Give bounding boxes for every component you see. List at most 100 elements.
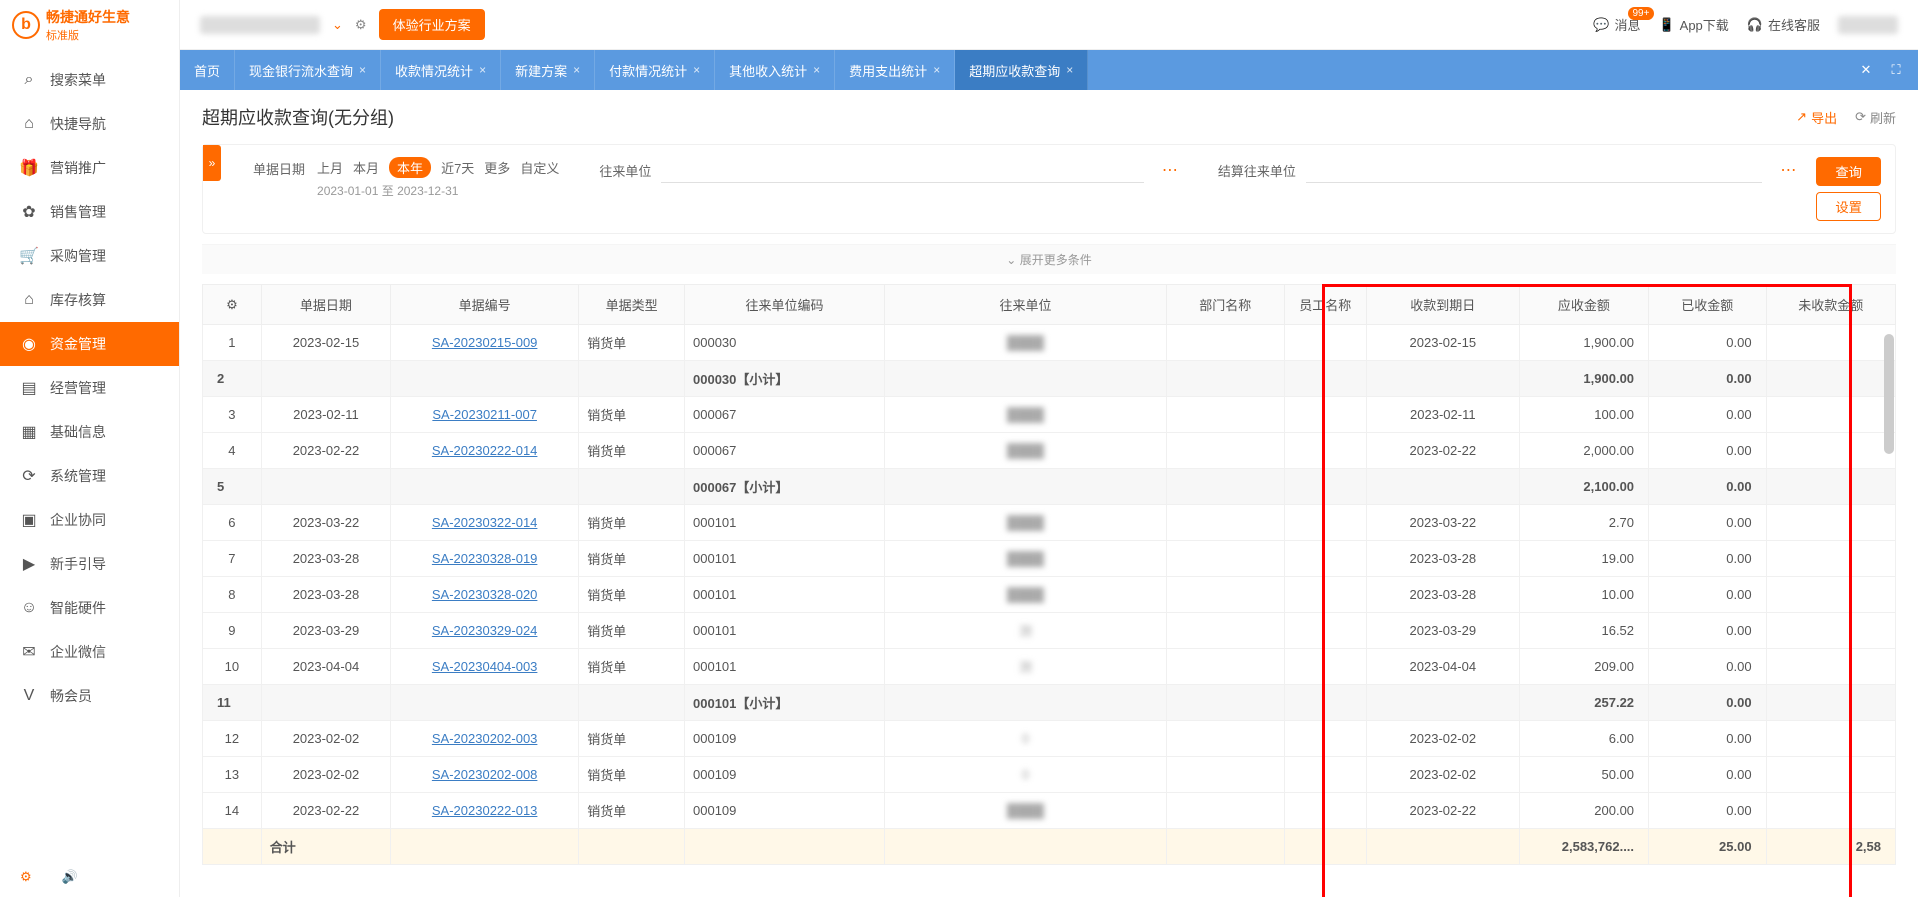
- date-preset-1[interactable]: 本月: [353, 158, 379, 177]
- table-row[interactable]: 9 2023-03-29 SA-20230329-024 销货单 000101 …: [203, 613, 1896, 649]
- nav-item-7[interactable]: ▤经营管理: [0, 366, 179, 410]
- nav-item-11[interactable]: ▶新手引导: [0, 542, 179, 586]
- nav-item-8[interactable]: ▦基础信息: [0, 410, 179, 454]
- date-preset-5[interactable]: 自定义: [520, 158, 559, 177]
- tab-3[interactable]: 新建方案×: [501, 50, 595, 90]
- table-row[interactable]: 11 000101【小计】 257.220.00: [203, 685, 1896, 721]
- doc-link[interactable]: SA-20230202-003: [432, 731, 538, 746]
- table-row[interactable]: 5 000067【小计】 2,100.000.00: [203, 469, 1896, 505]
- app-download-link[interactable]: 📱 App下载: [1658, 15, 1728, 34]
- nav-item-3[interactable]: ✿销售管理: [0, 190, 179, 234]
- nav-item-9[interactable]: ⟳系统管理: [0, 454, 179, 498]
- nav-item-0[interactable]: ⌕搜索菜单: [0, 58, 179, 102]
- close-icon[interactable]: ×: [573, 63, 580, 77]
- column-header-5[interactable]: 往来单位: [884, 285, 1166, 325]
- refresh-button[interactable]: ⟳ 刷新: [1855, 108, 1896, 127]
- nav-item-14[interactable]: V畅会员: [0, 674, 179, 718]
- search-button[interactable]: 查询: [1816, 157, 1881, 186]
- column-header-2[interactable]: 单据编号: [391, 285, 579, 325]
- nav-item-13[interactable]: ✉企业微信: [0, 630, 179, 674]
- close-icon[interactable]: ×: [933, 63, 940, 77]
- settings-button[interactable]: 设置: [1816, 192, 1881, 221]
- table-row[interactable]: 14 2023-02-22 SA-20230222-013 销货单 000109…: [203, 793, 1896, 829]
- tab-0[interactable]: 首页: [180, 50, 235, 90]
- tab-7[interactable]: 超期应收款查询×: [955, 50, 1088, 90]
- tab-4[interactable]: 付款情况统计×: [595, 50, 715, 90]
- column-header-10[interactable]: 已收金额: [1649, 285, 1767, 325]
- close-icon[interactable]: ×: [1066, 63, 1073, 77]
- nav-label: 搜索菜单: [50, 70, 106, 90]
- settings-footer-icon[interactable]: ⚙: [20, 869, 32, 885]
- doc-link[interactable]: SA-20230329-024: [432, 623, 538, 638]
- column-header-1[interactable]: 单据日期: [261, 285, 390, 325]
- table-row[interactable]: 3 2023-02-11 SA-20230211-007 销货单 000067 …: [203, 397, 1896, 433]
- doc-link[interactable]: SA-20230215-009: [432, 335, 538, 350]
- gear-icon[interactable]: ⚙: [355, 17, 367, 33]
- expand-conditions-button[interactable]: ⌄ 展开更多条件: [202, 244, 1896, 274]
- doc-link[interactable]: SA-20230222-014: [432, 443, 538, 458]
- date-preset-4[interactable]: 更多: [484, 158, 510, 177]
- nav-item-5[interactable]: ⌂库存核算: [0, 278, 179, 322]
- tab-2[interactable]: 收款情况统计×: [381, 50, 501, 90]
- sound-footer-icon[interactable]: 🔊: [62, 869, 78, 885]
- close-icon[interactable]: ×: [479, 63, 486, 77]
- close-all-tabs-icon[interactable]: ✕: [1854, 58, 1878, 82]
- close-icon[interactable]: ×: [813, 63, 820, 77]
- table-row[interactable]: 7 2023-03-28 SA-20230328-019 销货单 000101 …: [203, 541, 1896, 577]
- table-row[interactable]: 4 2023-02-22 SA-20230222-014 销货单 000067 …: [203, 433, 1896, 469]
- nav-item-1[interactable]: ⌂快捷导航: [0, 102, 179, 146]
- table-row[interactable]: 8 2023-03-28 SA-20230328-020 销货单 000101 …: [203, 577, 1896, 613]
- doc-link[interactable]: SA-20230404-003: [432, 659, 538, 674]
- column-header-0[interactable]: ⚙: [203, 285, 262, 325]
- column-header-6[interactable]: 部门名称: [1167, 285, 1285, 325]
- settle-filter-input[interactable]: [1306, 157, 1763, 183]
- table-row[interactable]: 12 2023-02-02 SA-20230202-003 销货单 000109…: [203, 721, 1896, 757]
- date-preset-3[interactable]: 近7天: [441, 158, 474, 177]
- column-header-4[interactable]: 往来单位编码: [685, 285, 885, 325]
- column-header-11[interactable]: 未收款金额: [1766, 285, 1895, 325]
- experience-button[interactable]: 体验行业方案: [379, 9, 485, 40]
- export-button[interactable]: ↗ 导出: [1796, 108, 1837, 127]
- nav-item-4[interactable]: 🛒采购管理: [0, 234, 179, 278]
- table-row[interactable]: 10 2023-04-04 SA-20230404-003 销货单 000101…: [203, 649, 1896, 685]
- nav-item-6[interactable]: ◉资金管理: [0, 322, 179, 366]
- settle-more-icon[interactable]: ⋯: [1780, 160, 1796, 180]
- org-selector[interactable]: [200, 16, 320, 34]
- online-service-link[interactable]: 🎧 在线客服: [1747, 15, 1820, 34]
- tab-1[interactable]: 现金银行流水查询×: [235, 50, 381, 90]
- table-row[interactable]: 6 2023-03-22 SA-20230322-014 销货单 000101 …: [203, 505, 1896, 541]
- tab-actions: ✕ ⛶: [1844, 50, 1918, 90]
- close-icon[interactable]: ×: [359, 63, 366, 77]
- nav-item-12[interactable]: ☺智能硬件: [0, 586, 179, 630]
- user-avatar[interactable]: [1838, 16, 1898, 34]
- fullscreen-icon[interactable]: ⛶: [1884, 58, 1908, 82]
- tab-5[interactable]: 其他收入统计×: [715, 50, 835, 90]
- unit-filter-input[interactable]: [661, 157, 1144, 183]
- unit-more-icon[interactable]: ⋯: [1162, 160, 1178, 180]
- doc-link[interactable]: SA-20230328-019: [432, 551, 538, 566]
- date-preset-2[interactable]: 本年: [389, 157, 431, 178]
- date-preset-0[interactable]: 上月: [317, 158, 343, 177]
- doc-link[interactable]: SA-20230222-013: [432, 803, 538, 818]
- table-row[interactable]: 2 000030【小计】 1,900.000.00: [203, 361, 1896, 397]
- column-header-8[interactable]: 收款到期日: [1366, 285, 1519, 325]
- nav-item-10[interactable]: ▣企业协同: [0, 498, 179, 542]
- doc-link[interactable]: SA-20230211-007: [432, 407, 537, 422]
- tab-6[interactable]: 费用支出统计×: [835, 50, 955, 90]
- table-row[interactable]: 1 2023-02-15 SA-20230215-009 销货单 000030 …: [203, 325, 1896, 361]
- doc-link[interactable]: SA-20230202-008: [432, 767, 538, 782]
- column-header-9[interactable]: 应收金额: [1519, 285, 1648, 325]
- messages-link[interactable]: 💬 消息 99+: [1593, 15, 1640, 34]
- table-row[interactable]: 13 2023-02-02 SA-20230202-008 销货单 000109…: [203, 757, 1896, 793]
- collapse-filter-button[interactable]: »: [203, 145, 221, 181]
- nav-item-2[interactable]: 🎁营销推广: [0, 146, 179, 190]
- column-header-7[interactable]: 员工名称: [1284, 285, 1366, 325]
- nav-icon: ▣: [20, 511, 38, 529]
- column-header-3[interactable]: 单据类型: [579, 285, 685, 325]
- doc-link[interactable]: SA-20230322-014: [432, 515, 538, 530]
- gear-icon[interactable]: ⚙: [226, 297, 238, 312]
- chevron-down-icon[interactable]: ⌄: [332, 17, 343, 33]
- scrollbar[interactable]: [1884, 334, 1894, 454]
- doc-link[interactable]: SA-20230328-020: [432, 587, 538, 602]
- close-icon[interactable]: ×: [693, 63, 700, 77]
